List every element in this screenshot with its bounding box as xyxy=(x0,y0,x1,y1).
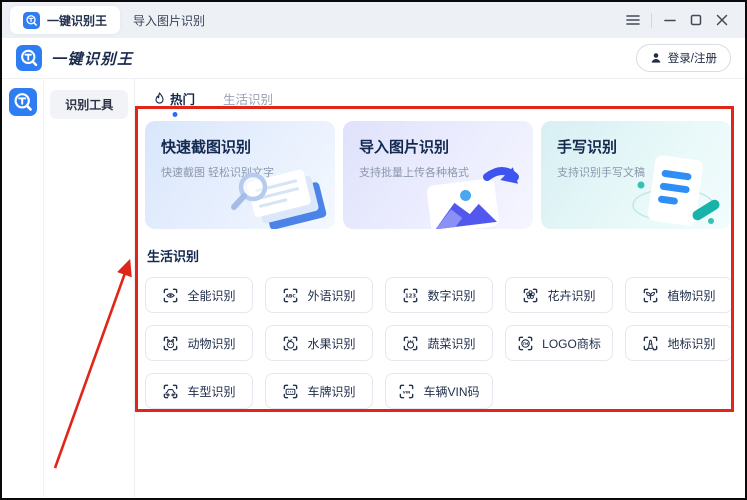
tool-button[interactable]: 全能识别 xyxy=(145,277,253,313)
active-tab-indicator xyxy=(172,112,177,117)
tool-button[interactable]: 动物识别 xyxy=(145,325,253,361)
login-button[interactable]: 登录/注册 xyxy=(635,44,731,72)
titlebar-tab-label: 一键识别王 xyxy=(47,13,108,28)
app-logo-icon xyxy=(16,45,42,71)
eye-scan-icon xyxy=(162,287,179,304)
tool-label: 地标识别 xyxy=(667,336,716,351)
tool-label: 全能识别 xyxy=(187,288,236,303)
tab-life-recognition[interactable]: 生活识别 xyxy=(223,89,273,108)
animal-scan-icon xyxy=(162,335,179,352)
flame-icon xyxy=(154,92,165,105)
login-label: 登录/注册 xyxy=(667,53,717,65)
left-rail xyxy=(2,79,45,497)
tool-button[interactable]: 123 数字识别 xyxy=(385,277,493,313)
123-scan-icon: 123 xyxy=(402,287,419,304)
tool-label: 车牌识别 xyxy=(307,384,356,399)
app-header: 一键识别王 登录/注册 xyxy=(2,38,745,79)
minimize-icon xyxy=(664,14,676,26)
maximize-button[interactable] xyxy=(683,7,709,33)
tool-label: 花卉识别 xyxy=(547,288,596,303)
card-subtitle: 支持识别手写文稿 xyxy=(557,167,645,179)
tool-label: 外语识别 xyxy=(307,288,356,303)
svg-text:ABC: ABC xyxy=(286,293,297,299)
flower-scan-icon xyxy=(522,287,539,304)
tools-grid: 全能识别 ABC 外语识别 123 数字识别 花卉识别 植物识别动物识别 水果识别 蔬菜识别 TM… xyxy=(145,277,737,409)
menu-button[interactable] xyxy=(620,7,646,33)
section-title-life: 生活识别 xyxy=(147,249,200,264)
tool-label: 水果识别 xyxy=(307,336,356,351)
fruit-scan-icon xyxy=(282,335,299,352)
tool-label: LOGO商标 xyxy=(542,336,601,351)
titlebar: 一键识别王 导入图片识别 xyxy=(2,2,745,38)
tool-button[interactable]: 植物识别 xyxy=(625,277,733,313)
tool-label: 车辆VIN码 xyxy=(423,384,480,399)
tab-label: 热门 xyxy=(170,93,196,107)
close-icon xyxy=(716,14,728,26)
app-window: 一键识别王 导入图片识别 一键识别王 登录/注册 识别工具 热门 生活识别 快速… xyxy=(0,0,747,500)
app-title: 一键识别王 xyxy=(51,50,134,68)
card-import-image-ocr[interactable]: 导入图片识别 支持批量上传各种格式 xyxy=(343,121,533,229)
card-handwriting-ocr[interactable]: 手写识别 支持识别手写文稿 xyxy=(541,121,731,229)
app-body: 识别工具 热门 生活识别 快速截图识别 快速截图 轻松识别文字 导入图片识别 支… xyxy=(2,79,745,497)
titlebar-tab-import[interactable]: 导入图片识别 xyxy=(120,6,218,34)
tool-label: 车型识别 xyxy=(187,384,236,399)
minimize-button[interactable] xyxy=(657,7,683,33)
main-content: 热门 生活识别 快速截图识别 快速截图 轻松识别文字 导入图片识别 支持批量上传… xyxy=(135,79,745,497)
maximize-icon xyxy=(690,14,702,26)
app-logo-icon xyxy=(23,11,40,29)
tool-button[interactable]: TM LOGO商标 xyxy=(505,325,613,361)
vegetable-scan-icon xyxy=(402,335,419,352)
vin-scan-icon: VIN xyxy=(398,383,415,400)
svg-text:123: 123 xyxy=(405,293,416,299)
svg-text:VIN: VIN xyxy=(403,389,411,394)
tool-button[interactable]: 车型识别 xyxy=(145,373,253,409)
tool-label: 数字识别 xyxy=(427,288,476,303)
abc-scan-icon: ABC xyxy=(282,287,299,304)
tool-label: 动物识别 xyxy=(187,336,236,351)
tool-button[interactable]: VIN 车辆VIN码 xyxy=(385,373,493,409)
hamburger-icon xyxy=(626,14,640,26)
card-subtitle: 支持批量上传各种格式 xyxy=(359,167,469,179)
brand: 一键识别王 xyxy=(16,45,134,71)
tab-hot[interactable]: 热门 xyxy=(154,89,196,117)
close-button[interactable] xyxy=(709,7,735,33)
feature-cards: 快速截图识别 快速截图 轻松识别文字 导入图片识别 支持批量上传各种格式 手写识… xyxy=(145,121,737,229)
tool-button[interactable]: 车牌识别 xyxy=(265,373,373,409)
svg-text:TM: TM xyxy=(523,341,529,345)
card-title: 快速截图识别 xyxy=(161,139,252,156)
card-title: 手写识别 xyxy=(557,139,618,156)
card-subtitle: 快速截图 轻松识别文字 xyxy=(161,167,275,179)
plate-scan-icon xyxy=(282,383,299,400)
tool-button[interactable]: 花卉识别 xyxy=(505,277,613,313)
card-screenshot-ocr[interactable]: 快速截图识别 快速截图 轻松识别文字 xyxy=(145,121,335,229)
tool-button[interactable]: 水果识别 xyxy=(265,325,373,361)
tool-button[interactable]: 蔬菜识别 xyxy=(385,325,493,361)
user-icon xyxy=(650,52,662,64)
card-title: 导入图片识别 xyxy=(359,139,450,156)
tool-button[interactable]: ABC 外语识别 xyxy=(265,277,373,313)
sidebar-logo-icon[interactable] xyxy=(8,88,37,116)
landmark-scan-icon xyxy=(642,335,659,352)
control-separator xyxy=(651,12,652,28)
tool-label: 蔬菜识别 xyxy=(427,336,476,351)
sidebar-item-recognition-tools[interactable]: 识别工具 xyxy=(50,90,129,119)
tool-label: 植物识别 xyxy=(667,288,716,303)
plant-scan-icon xyxy=(642,287,659,304)
tab-label: 生活识别 xyxy=(223,93,274,107)
car-scan-icon xyxy=(162,383,179,400)
sidebar: 识别工具 xyxy=(44,79,135,497)
tm-scan-icon: TM xyxy=(517,335,534,352)
tool-button[interactable]: 地标识别 xyxy=(625,325,733,361)
titlebar-tab-label: 导入图片识别 xyxy=(133,13,206,28)
main-tabs: 热门 生活识别 xyxy=(145,86,737,121)
titlebar-tab-main[interactable]: 一键识别王 xyxy=(10,6,121,34)
